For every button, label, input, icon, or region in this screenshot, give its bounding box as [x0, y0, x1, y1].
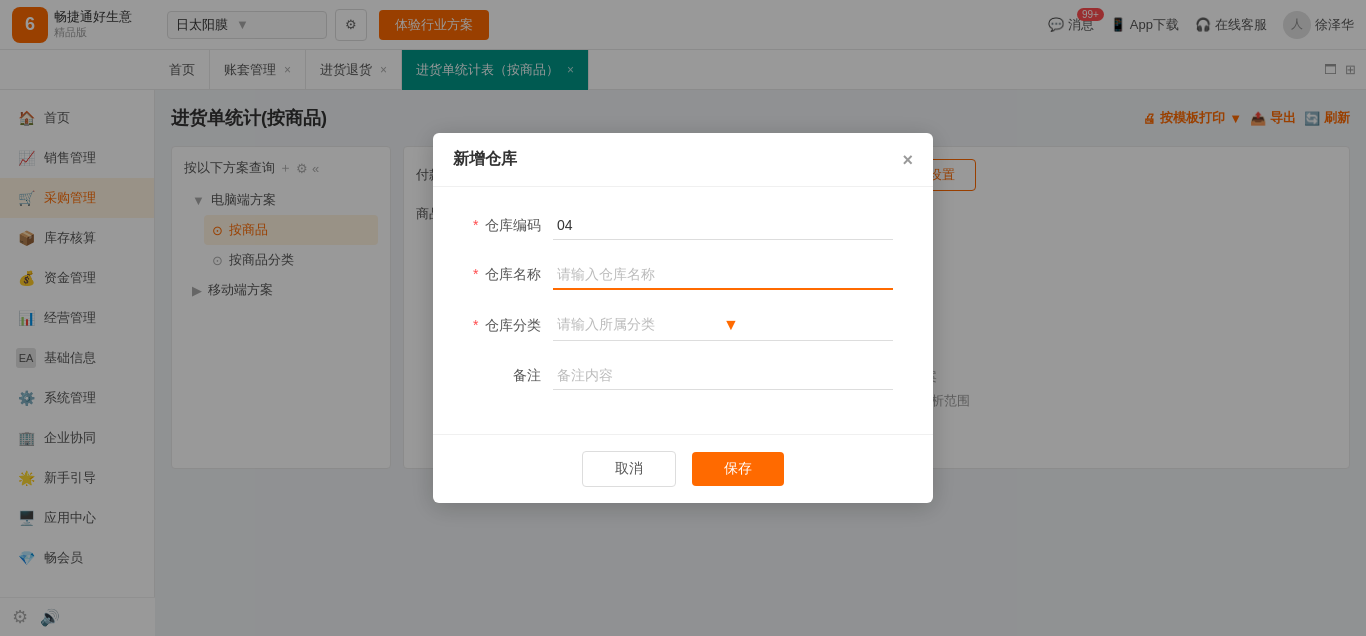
dialog-header: 新增仓库 ×	[433, 133, 933, 187]
dialog-body: 仓库编码 仓库名称 仓库分类 请输入所属分类 ▼ 备注	[433, 187, 933, 434]
category-select[interactable]: 请输入所属分类 ▼	[553, 310, 893, 341]
dialog-close-button[interactable]: ×	[902, 151, 913, 169]
code-label: 仓库编码	[473, 217, 553, 235]
dialog-new-warehouse: 新增仓库 × 仓库编码 仓库名称 仓库分类 请输入所属分类 ▼	[433, 133, 933, 503]
form-row-remark: 备注	[473, 361, 893, 390]
dialog-footer: 取消 保存	[433, 434, 933, 503]
form-row-category: 仓库分类 请输入所属分类 ▼	[473, 310, 893, 341]
name-input[interactable]	[553, 260, 893, 290]
remark-input[interactable]	[553, 361, 893, 390]
category-placeholder: 请输入所属分类	[557, 316, 723, 334]
name-label: 仓库名称	[473, 266, 553, 284]
dialog-title: 新增仓库	[453, 149, 517, 170]
code-input[interactable]	[553, 211, 893, 240]
remark-label: 备注	[473, 367, 553, 385]
category-dropdown-icon: ▼	[723, 316, 889, 334]
cancel-button[interactable]: 取消	[582, 451, 676, 487]
form-row-code: 仓库编码	[473, 211, 893, 240]
modal-overlay: 新增仓库 × 仓库编码 仓库名称 仓库分类 请输入所属分类 ▼	[0, 0, 1366, 636]
category-label: 仓库分类	[473, 317, 553, 335]
form-row-name: 仓库名称	[473, 260, 893, 290]
save-button[interactable]: 保存	[692, 452, 784, 486]
